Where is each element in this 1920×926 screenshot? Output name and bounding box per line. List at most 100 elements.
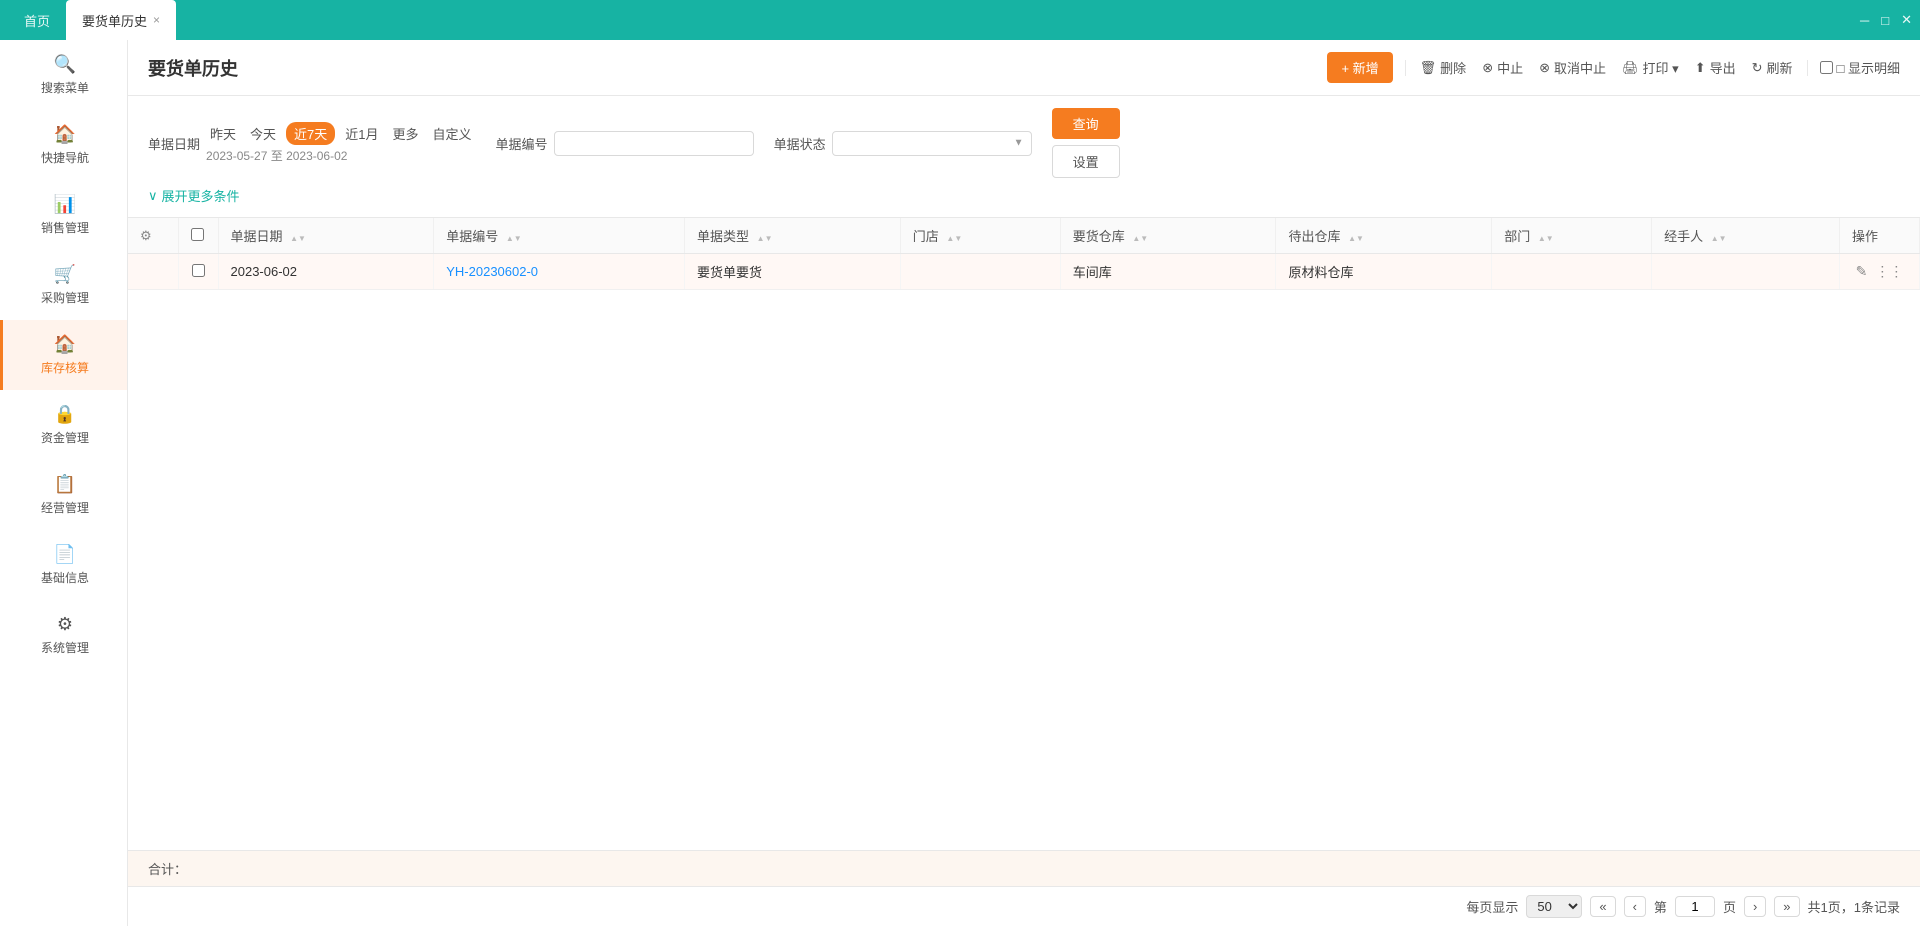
tab-home[interactable]: 首页 xyxy=(8,0,66,40)
row-checkbox[interactable] xyxy=(192,264,205,277)
tab-requisition-history[interactable]: 要货单历史 × xyxy=(66,0,176,40)
sales-icon: 📊 xyxy=(54,194,76,215)
operation-icon: 📋 xyxy=(54,474,76,495)
td-department xyxy=(1492,254,1652,290)
sidebar-item-operation-mgmt[interactable]: 📋 经营管理 xyxy=(0,460,127,530)
date-shortcut-7days[interactable]: 近7天 xyxy=(286,122,335,145)
sidebar-item-label: 搜索菜单 xyxy=(41,79,89,96)
th-checkbox xyxy=(178,218,218,254)
show-detail-checkbox[interactable]: □ 显示明细 xyxy=(1820,58,1900,77)
suspend-label: 中止 xyxy=(1497,58,1523,77)
tab-close-icon[interactable]: × xyxy=(153,13,160,27)
refresh-label: 刷新 xyxy=(1767,58,1793,77)
sidebar-item-label: 经营管理 xyxy=(41,499,89,516)
prev-page-button[interactable]: ‹ xyxy=(1624,896,1646,917)
sidebar-item-finance-mgmt[interactable]: 🔒 资金管理 xyxy=(0,390,127,460)
quick-nav-icon: 🏠 xyxy=(54,124,76,145)
date-shortcut-today[interactable]: 今天 xyxy=(246,122,280,145)
delete-label: 删除 xyxy=(1440,58,1466,77)
export-label: 导出 xyxy=(1710,58,1736,77)
date-filter-label: 单据日期 xyxy=(148,134,200,153)
doc-status-select-wrapper xyxy=(832,131,1032,156)
doc-status-select[interactable] xyxy=(832,131,1032,156)
sidebar-item-basic-info[interactable]: 📄 基础信息 xyxy=(0,530,127,600)
date-filter: 单据日期 昨天 今天 近7天 近1月 更多 自定义 2023-05-27 至 2… xyxy=(148,122,476,164)
select-all-checkbox[interactable] xyxy=(191,228,204,241)
th-doc-no: 单据编号 ▲▼ xyxy=(434,218,685,254)
date-shortcut-custom[interactable]: 自定义 xyxy=(429,122,476,145)
cancel-suspend-icon: ⊗ xyxy=(1539,60,1550,76)
table-settings-icon[interactable]: ⚙ xyxy=(140,228,152,243)
delete-button[interactable]: 🗑 删除 xyxy=(1418,54,1469,81)
show-detail-check[interactable] xyxy=(1820,61,1833,74)
page-unit: 页 xyxy=(1723,897,1736,916)
sort-req-warehouse-icon[interactable]: ▲▼ xyxy=(1132,235,1148,243)
page-header: 要货单历史 + 新增 🗑 删除 ⊗ 中止 ⊗ 取消中止 🖨 xyxy=(128,40,1920,96)
sort-store-icon[interactable]: ▲▼ xyxy=(946,235,962,243)
doc-no-link[interactable]: YH-20230602-0 xyxy=(446,264,538,279)
sidebar-item-system-mgmt[interactable]: ⚙ 系统管理 xyxy=(0,600,127,670)
refresh-button[interactable]: ↻ 刷新 xyxy=(1750,54,1795,81)
td-pending-warehouse: 原材料仓库 xyxy=(1276,254,1492,290)
sort-department-icon[interactable]: ▲▼ xyxy=(1538,235,1554,243)
sort-handler-icon[interactable]: ▲▼ xyxy=(1711,235,1727,243)
action-buttons: 查询 设置 xyxy=(1052,108,1120,178)
page-size-select[interactable]: 50 10 20 100 xyxy=(1526,895,1582,918)
page-number-input[interactable] xyxy=(1675,896,1715,917)
date-shortcut-1month[interactable]: 近1月 xyxy=(341,122,382,145)
sidebar-item-purchase-mgmt[interactable]: 🛒 采购管理 xyxy=(0,250,127,320)
sidebar-item-label: 系统管理 xyxy=(41,639,89,656)
next-page-button[interactable]: › xyxy=(1744,896,1766,917)
first-page-button[interactable]: « xyxy=(1590,896,1615,917)
sort-doc-type-icon[interactable]: ▲▼ xyxy=(757,235,773,243)
tab-requisition-label: 要货单历史 xyxy=(82,11,147,30)
header-row: ⚙ 单据日期 ▲▼ 单据编号 ▲▼ xyxy=(128,218,1920,254)
tab-list: 首页 要货单历史 × xyxy=(8,0,1860,40)
inventory-icon: 🏠 xyxy=(54,334,76,355)
suspend-button[interactable]: ⊗ 中止 xyxy=(1480,54,1525,81)
doc-no-filter: 单据编号 xyxy=(496,131,754,156)
date-shortcuts-row: 昨天 今天 近7天 近1月 更多 自定义 xyxy=(206,122,476,145)
close-window-icon[interactable]: ✕ xyxy=(1901,12,1912,28)
sidebar-item-label: 资金管理 xyxy=(41,429,89,446)
th-department: 部门 ▲▼ xyxy=(1492,218,1652,254)
minimize-icon[interactable]: ─ xyxy=(1860,13,1869,28)
current-page-prefix: 第 xyxy=(1654,897,1667,916)
maximize-icon[interactable]: □ xyxy=(1881,13,1889,28)
sidebar-item-quick-nav[interactable]: 🏠 快捷导航 xyxy=(0,110,127,180)
th-req-warehouse: 要货仓库 ▲▼ xyxy=(1060,218,1276,254)
td-row-settings xyxy=(128,254,178,290)
td-operation: ✎ ⋮⋮ xyxy=(1840,254,1920,290)
sidebar-item-search-menu[interactable]: 🔍 搜索菜单 xyxy=(0,40,127,110)
expand-more-button[interactable]: ∨ 展开更多条件 xyxy=(148,186,1900,205)
date-shortcut-yesterday[interactable]: 昨天 xyxy=(206,122,240,145)
date-shortcut-more[interactable]: 更多 xyxy=(389,122,423,145)
th-doc-type-label: 单据类型 xyxy=(697,229,749,244)
data-table: ⚙ 单据日期 ▲▼ 单据编号 ▲▼ xyxy=(128,218,1920,290)
doc-status-label: 单据状态 xyxy=(774,134,826,153)
sidebar-item-sales-mgmt[interactable]: 📊 销售管理 xyxy=(0,180,127,250)
print-button[interactable]: 🖨 打印 ▾ xyxy=(1620,54,1681,81)
query-button[interactable]: 查询 xyxy=(1052,108,1120,139)
sidebar-item-inventory-calc[interactable]: 🏠 库存核算 xyxy=(0,320,127,390)
sort-date-icon[interactable]: ▲▼ xyxy=(290,235,306,243)
sidebar-item-label: 库存核算 xyxy=(41,359,89,376)
doc-no-input[interactable] xyxy=(554,131,754,156)
sort-doc-no-icon[interactable]: ▲▼ xyxy=(506,235,522,243)
table-body: 2023-06-02 YH-20230602-0 要货单要货 车间库 原材料仓库 xyxy=(128,254,1920,290)
sort-pending-warehouse-icon[interactable]: ▲▼ xyxy=(1348,235,1364,243)
settings-button[interactable]: 设置 xyxy=(1052,145,1120,178)
row-more-icon[interactable]: ⋮⋮ xyxy=(1875,263,1903,280)
th-store: 门店 ▲▼ xyxy=(900,218,1060,254)
row-edit-icon[interactable]: ✎ xyxy=(1856,263,1868,280)
cancel-suspend-button[interactable]: ⊗ 取消中止 xyxy=(1537,54,1608,81)
top-bar: 首页 要货单历史 × ─ □ ✕ xyxy=(0,0,1920,40)
last-page-button[interactable]: » xyxy=(1774,896,1799,917)
export-button[interactable]: ⬆ 导出 xyxy=(1693,54,1738,81)
print-label: 打印 ▾ xyxy=(1643,58,1679,77)
th-handler: 经手人 ▲▼ xyxy=(1652,218,1840,254)
divider-1 xyxy=(1405,60,1406,76)
td-checkbox xyxy=(178,254,218,290)
page-size-label: 每页显示 xyxy=(1466,897,1518,916)
new-button[interactable]: + 新增 xyxy=(1327,52,1392,83)
